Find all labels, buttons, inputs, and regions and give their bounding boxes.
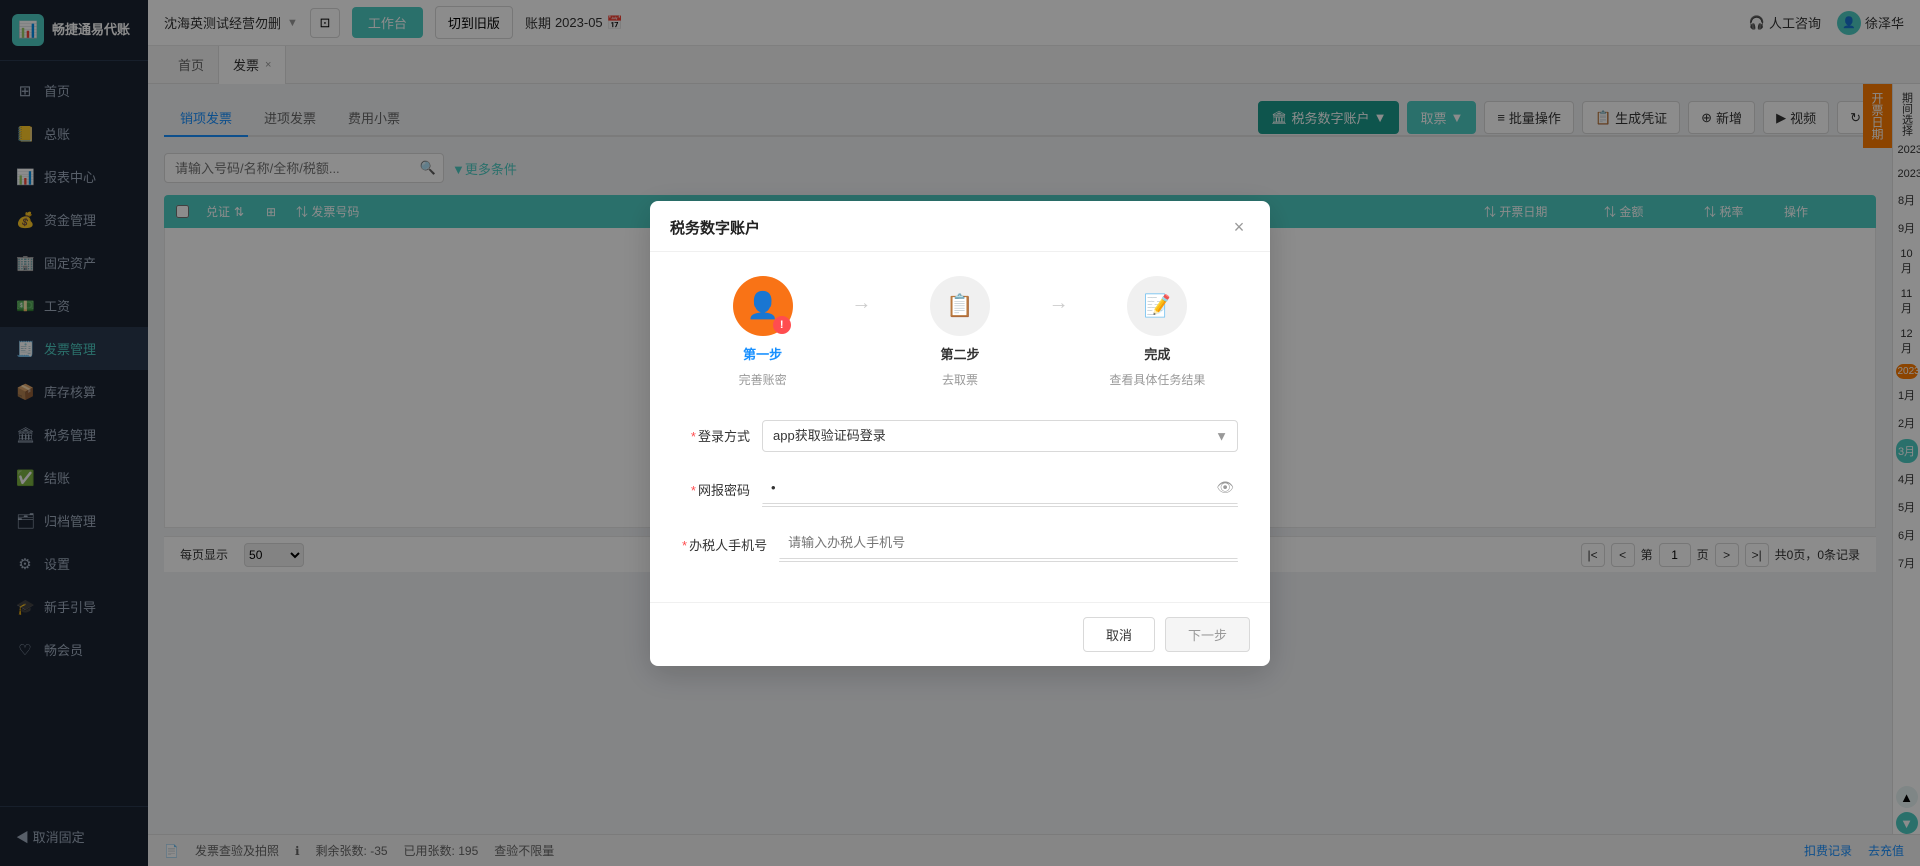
step-3-icon-wrap: 📝 [1127, 276, 1187, 336]
step-2-icon-wrap: 📋 [930, 276, 990, 336]
password-input-line: 👁 [762, 472, 1238, 507]
step-2-icon: 📋 [946, 293, 973, 319]
password-control: 👁 [762, 472, 1238, 507]
step-1: 👤 ! 第一步 完善账密 [682, 276, 843, 388]
step-arrow-1: → [843, 276, 879, 315]
phone-input[interactable] [779, 527, 1238, 559]
dialog-body: 👤 ! 第一步 完善账密 → 📋 第二步 去取票 → [650, 252, 1270, 602]
step-1-desc: 完善账密 [739, 371, 787, 388]
step-3-icon: 📝 [1144, 293, 1171, 319]
next-step-button[interactable]: 下一步 [1165, 617, 1250, 652]
login-method-label: 登录方式 [682, 426, 762, 445]
phone-label: 办税人手机号 [682, 535, 779, 554]
cancel-button[interactable]: 取消 [1083, 617, 1155, 652]
steps-indicator: 👤 ! 第一步 完善账密 → 📋 第二步 去取票 → [682, 276, 1238, 388]
login-method-control: app获取验证码登录 密码登录 ▼ [762, 420, 1238, 452]
password-input[interactable] [762, 472, 1238, 504]
dialog-footer: 取消 下一步 [650, 602, 1270, 666]
step-3-label: 完成 [1144, 344, 1170, 363]
form-row-password: 网报密码 👁 [682, 472, 1238, 507]
step-2-label: 第二步 [940, 344, 979, 363]
dialog: 税务数字账户 × 👤 ! 第一步 完善账密 → [650, 201, 1270, 666]
step-3-desc: 查看具体任务结果 [1109, 371, 1205, 388]
step-2-desc: 去取票 [942, 371, 978, 388]
step-1-badge: ! [773, 316, 791, 334]
dialog-header: 税务数字账户 × [650, 201, 1270, 252]
close-icon: × [1234, 217, 1245, 238]
form-row-phone: 办税人手机号 [682, 527, 1238, 562]
password-label: 网报密码 [682, 480, 762, 499]
step-3: 📝 完成 查看具体任务结果 [1077, 276, 1238, 388]
phone-input-line [779, 527, 1238, 562]
phone-control [779, 527, 1238, 562]
form-row-login-method: 登录方式 app获取验证码登录 密码登录 ▼ [682, 420, 1238, 452]
step-2: 📋 第二步 去取票 [879, 276, 1040, 388]
password-toggle-icon[interactable]: 👁 [1216, 479, 1234, 496]
step-1-icon: 👤 [746, 290, 778, 321]
login-method-select[interactable]: app获取验证码登录 密码登录 [762, 420, 1238, 452]
dialog-close-button[interactable]: × [1228, 217, 1250, 239]
dialog-title: 税务数字账户 [670, 217, 760, 238]
modal-overlay[interactable]: 税务数字账户 × 👤 ! 第一步 完善账密 → [0, 0, 1920, 866]
step-1-label: 第一步 [743, 344, 782, 363]
step-arrow-2: → [1041, 276, 1077, 315]
step-1-icon-wrap: 👤 ! [733, 276, 793, 336]
